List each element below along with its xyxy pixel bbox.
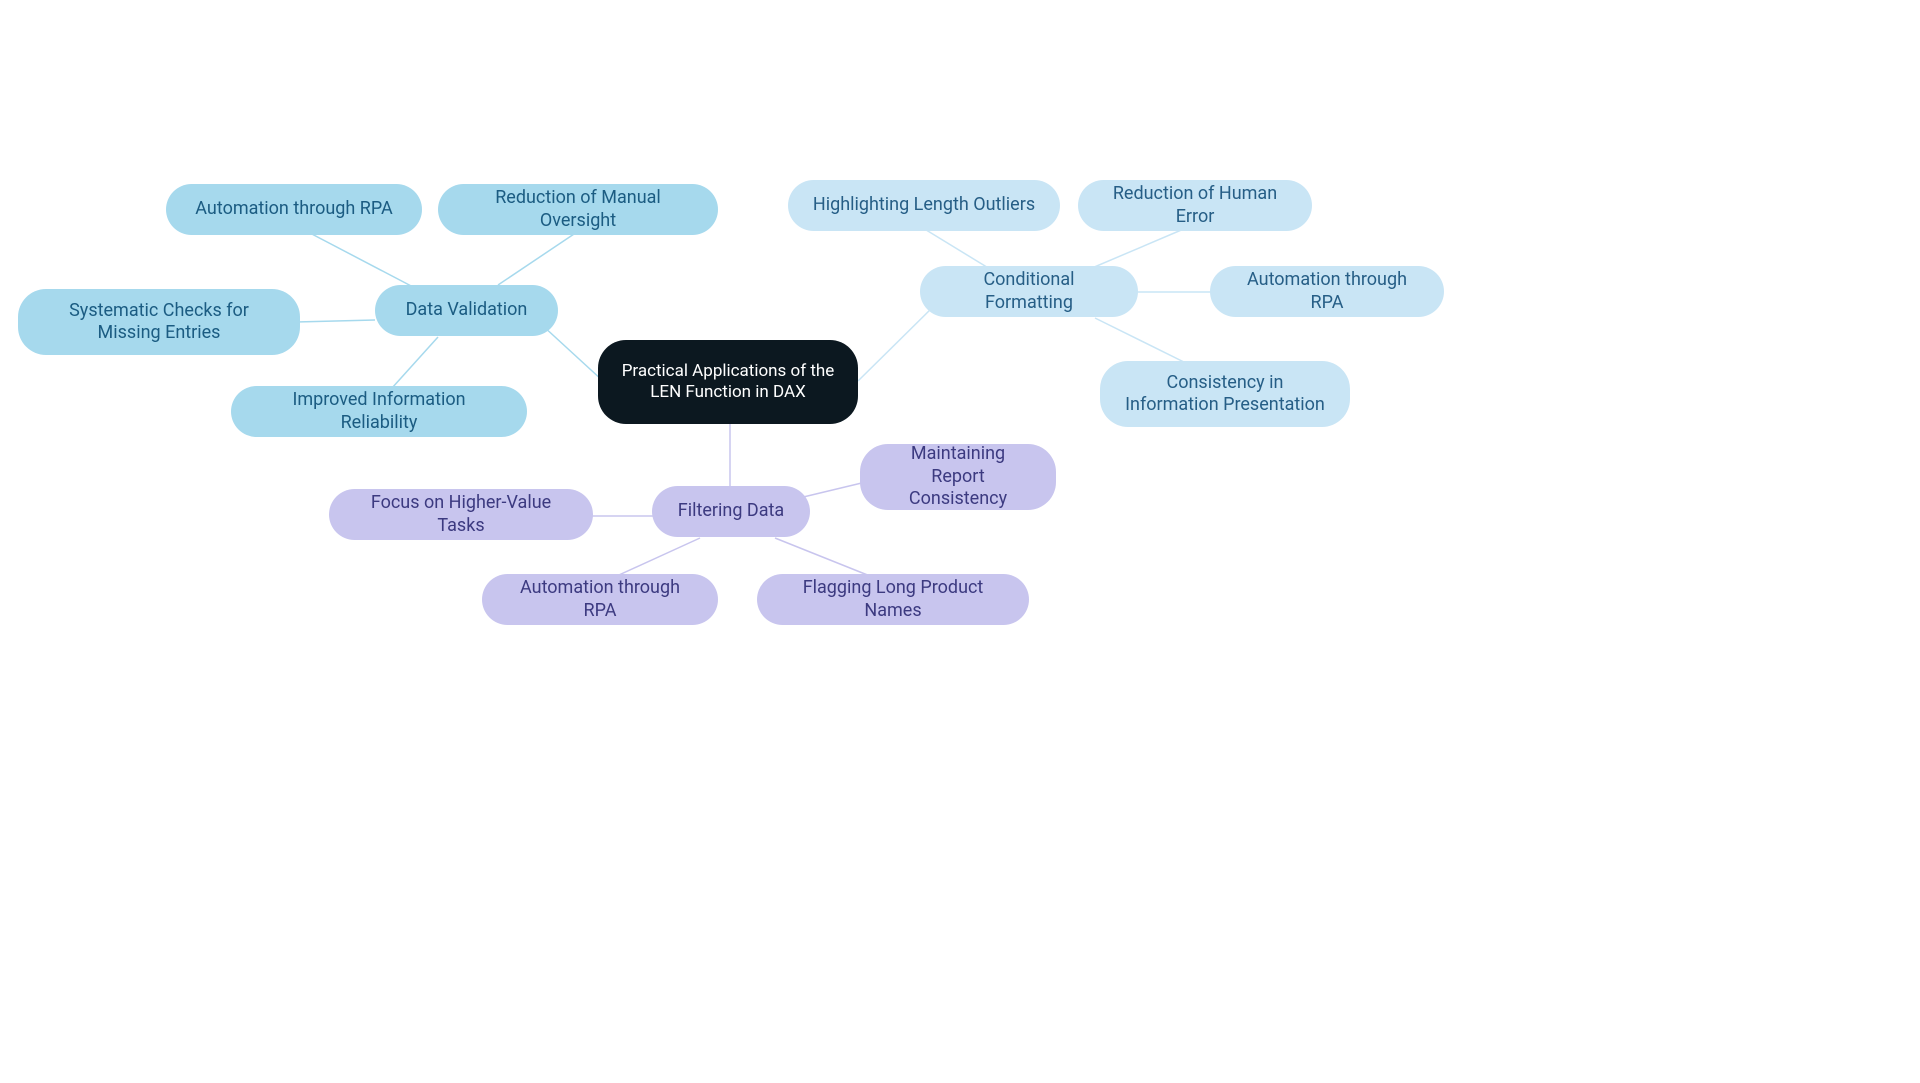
branch-conditional-formatting: Conditional Formatting <box>920 266 1138 317</box>
leaf-dv-automation: Automation through RPA <box>166 184 422 235</box>
leaf-dv-reliability: Improved Information Reliability <box>231 386 527 437</box>
leaf-cf-human-error: Reduction of Human Error <box>1078 180 1312 231</box>
leaf-label: Automation through RPA <box>504 577 696 622</box>
leaf-cf-outliers: Highlighting Length Outliers <box>788 180 1060 231</box>
leaf-label: Flagging Long Product Names <box>779 577 1007 622</box>
branch-label: Conditional Formatting <box>942 269 1116 314</box>
leaf-label: Improved Information Reliability <box>253 389 505 434</box>
leaf-fd-report-consistency: Maintaining Report Consistency <box>860 444 1056 510</box>
branch-data-validation: Data Validation <box>375 285 558 336</box>
leaf-dv-systematic-checks: Systematic Checks for Missing Entries <box>18 289 300 355</box>
leaf-label: Systematic Checks for Missing Entries <box>40 300 278 345</box>
leaf-fd-automation: Automation through RPA <box>482 574 718 625</box>
leaf-label: Reduction of Manual Oversight <box>460 187 696 232</box>
leaf-cf-automation: Automation through RPA <box>1210 266 1444 317</box>
leaf-cf-consistency: Consistency in Information Presentation <box>1100 361 1350 427</box>
leaf-label: Consistency in Information Presentation <box>1122 372 1328 417</box>
leaf-label: Maintaining Report Consistency <box>882 443 1034 511</box>
branch-label: Data Validation <box>406 299 528 322</box>
leaf-label: Automation through RPA <box>1232 269 1422 314</box>
branch-label: Filtering Data <box>678 500 784 523</box>
leaf-label: Highlighting Length Outliers <box>813 194 1035 217</box>
leaf-label: Focus on Higher-Value Tasks <box>351 492 571 537</box>
leaf-fd-flagging: Flagging Long Product Names <box>757 574 1029 625</box>
leaf-fd-higher-value: Focus on Higher-Value Tasks <box>329 489 593 540</box>
branch-filtering-data: Filtering Data <box>652 486 810 537</box>
center-label: Practical Applications of the LEN Functi… <box>620 361 836 404</box>
center-node: Practical Applications of the LEN Functi… <box>598 340 858 424</box>
leaf-label: Automation through RPA <box>195 198 392 221</box>
leaf-label: Reduction of Human Error <box>1100 183 1290 228</box>
connectors <box>0 0 1920 1083</box>
leaf-dv-manual-oversight: Reduction of Manual Oversight <box>438 184 718 235</box>
